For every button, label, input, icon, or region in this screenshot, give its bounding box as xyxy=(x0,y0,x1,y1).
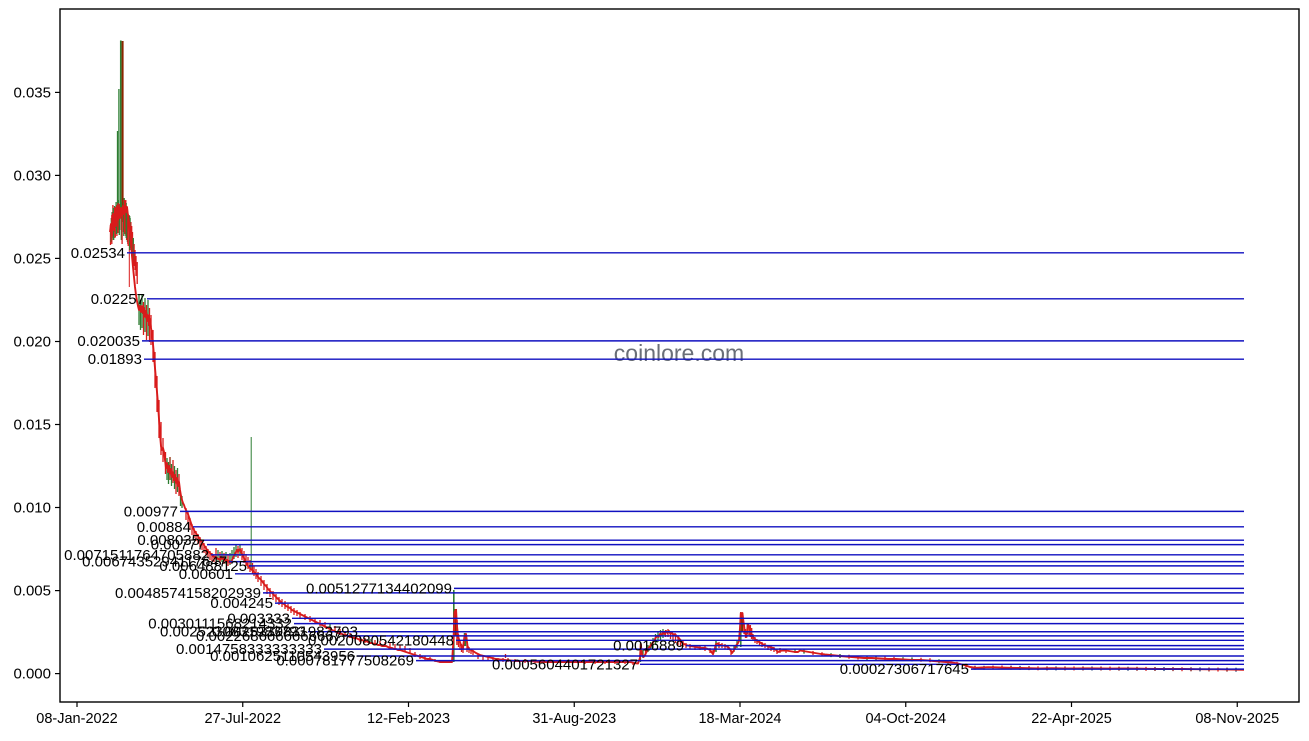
svg-text:0.005: 0.005 xyxy=(13,583,51,600)
svg-text:04-Oct-2024: 04-Oct-2024 xyxy=(865,711,946,727)
svg-text:0.0005604401721327: 0.0005604401721327 xyxy=(492,656,638,673)
svg-text:0.035: 0.035 xyxy=(13,84,51,101)
svg-text:0.025: 0.025 xyxy=(13,250,51,267)
svg-text:0.020: 0.020 xyxy=(13,334,51,351)
svg-text:0.00027306717645: 0.00027306717645 xyxy=(840,661,969,678)
svg-text:0.010: 0.010 xyxy=(13,500,51,517)
svg-text:27-Jul-2022: 27-Jul-2022 xyxy=(204,711,281,727)
svg-text:0.000781777508269: 0.000781777508269 xyxy=(276,653,414,670)
svg-text:0.000: 0.000 xyxy=(13,666,51,683)
svg-text:0.020035: 0.020035 xyxy=(77,333,140,350)
svg-text:0.0051277134402099: 0.0051277134402099 xyxy=(306,580,452,597)
svg-text:0.02534: 0.02534 xyxy=(71,245,125,262)
svg-text:0.0016889: 0.0016889 xyxy=(613,638,684,655)
svg-text:0.030: 0.030 xyxy=(13,167,51,184)
svg-text:18-Mar-2024: 18-Mar-2024 xyxy=(698,711,781,727)
svg-text:0.01893: 0.01893 xyxy=(88,351,142,368)
svg-text:08-Nov-2025: 08-Nov-2025 xyxy=(1195,711,1279,727)
svg-text:08-Jan-2022: 08-Jan-2022 xyxy=(36,711,117,727)
svg-text:0.015: 0.015 xyxy=(13,417,51,434)
svg-text:31-Aug-2023: 31-Aug-2023 xyxy=(532,711,616,727)
svg-text:0.02257: 0.02257 xyxy=(91,291,145,308)
svg-text:12-Feb-2023: 12-Feb-2023 xyxy=(367,711,450,727)
svg-text:0.00601: 0.00601 xyxy=(179,566,233,583)
svg-text:coinlore.com: coinlore.com xyxy=(614,340,744,366)
svg-text:0.0020080542180448: 0.0020080542180448 xyxy=(308,632,454,649)
svg-text:22-Apr-2025: 22-Apr-2025 xyxy=(1031,711,1112,727)
